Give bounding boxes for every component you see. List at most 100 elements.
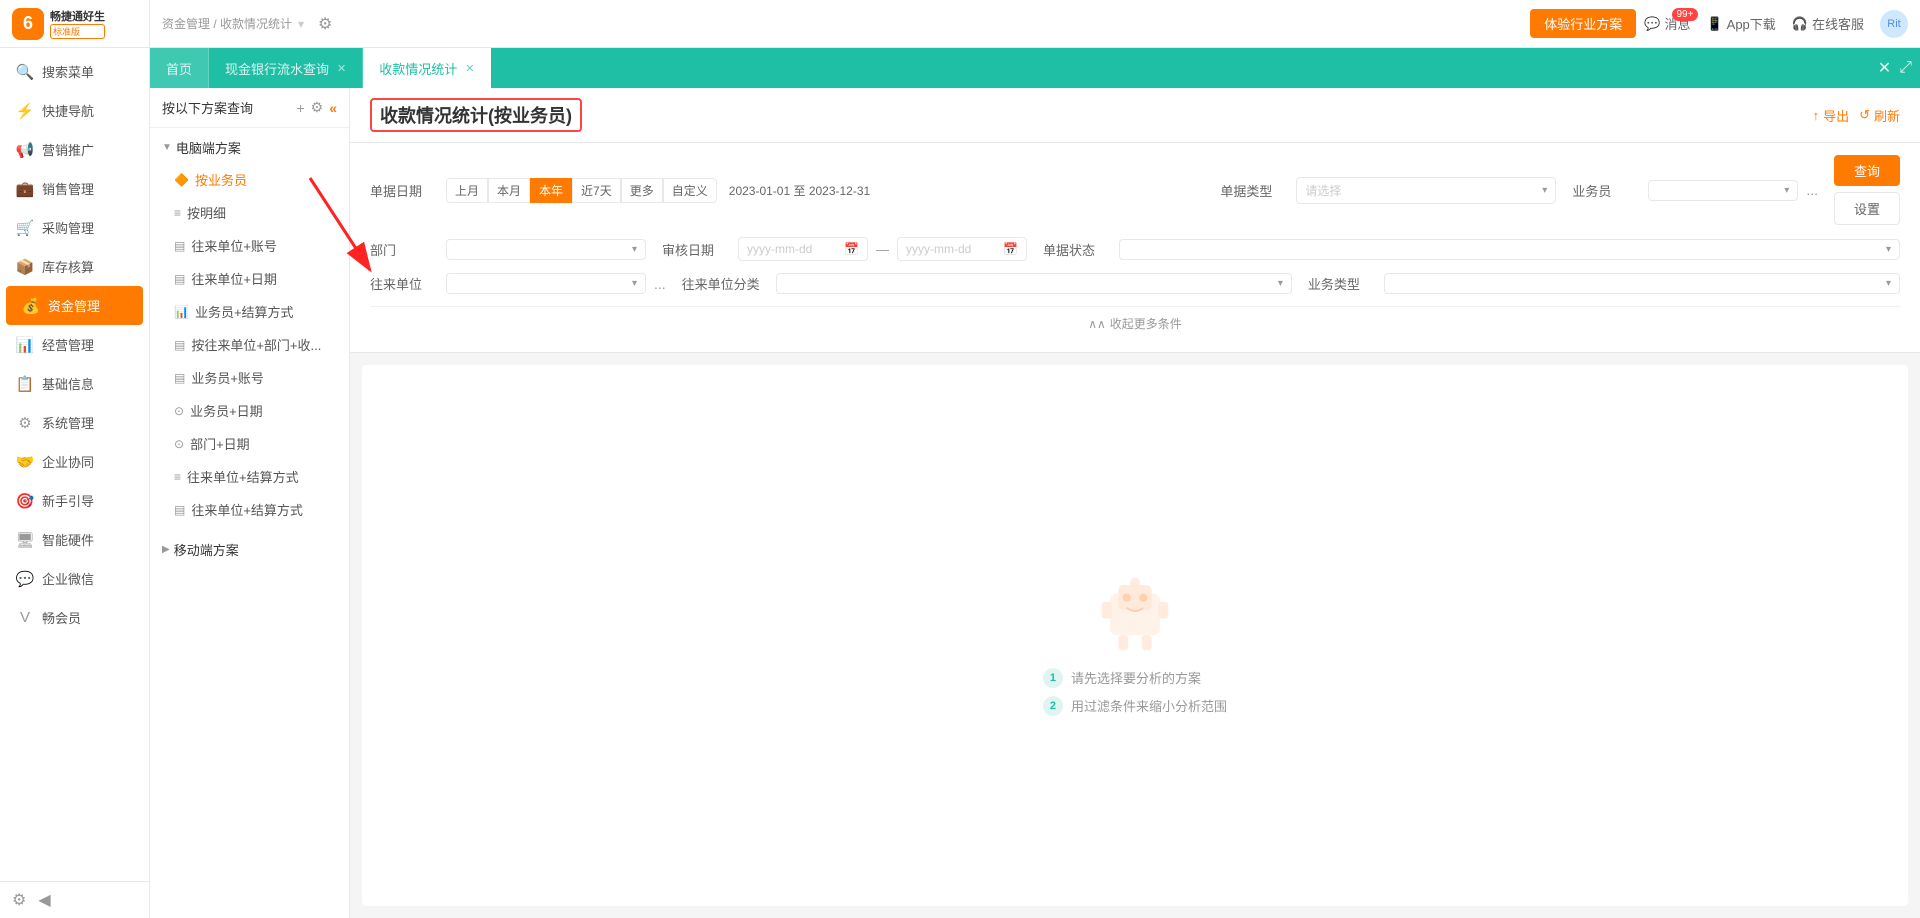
system-icon: ⚙ [16,414,34,432]
scheme-item-salesman-account-icon: ▤ [174,371,185,385]
sidebar-collapse-btn[interactable]: ◀‍ [38,890,50,910]
query-btn[interactable]: 查询 [1834,155,1900,186]
voucher-status-select[interactable]: ▾ [1119,239,1900,260]
scheme-item-unit-settlement2[interactable]: ▤ 往来单位+结算方式 [150,493,349,526]
scheme-item-salesman-account[interactable]: ▤ 业务员+账号 [150,361,349,394]
member-icon: V [16,609,34,627]
settings-btn[interactable]: 设置 [1834,192,1900,225]
sidebar-item-search-menu[interactable]: 🔍 搜索菜单 [0,52,149,91]
scheme-item-salesman-settlement[interactable]: 📊 业务员+结算方式 [150,295,349,328]
topbar: 资金管理 / 收款情况统计 ▾ ⚙ 体验行业方案 💬 消息 99+ 📱 App下… [150,0,1920,48]
empty-tip-2: 2 用过滤条件来缩小分析范围 [1043,696,1227,716]
messages-btn[interactable]: 💬 消息 99+ [1644,14,1690,33]
date-tabs-control: 上月 本月 本年 近7天 更多 自定义 2023-01-01 至 2023-12… [446,178,870,203]
sidebar-item-operations[interactable]: 📊 经营管理 [0,325,149,364]
tab-bank-flow-close[interactable]: ✕ [337,62,346,75]
date-tab-last-month[interactable]: 上月 [446,178,488,203]
scheme-item-salesman-date-icon: ⊙ [174,404,184,418]
sidebar-item-finance[interactable]: 💰 资金管理 [6,286,143,325]
sidebar-item-sales[interactable]: 💼 销售管理 [0,169,149,208]
business-type-select[interactable]: ▾ [1384,273,1900,294]
voucher-status-label: 单据状态 [1043,240,1103,259]
section-arrow-down-icon: ▼ [162,142,172,153]
scheme-item-unit-dept[interactable]: ▤ 按往来单位+部门+收... [150,328,349,361]
scheme-section-mobile-header[interactable]: ▶ 移动端方案 [150,534,349,565]
sidebar-item-purchase[interactable]: 🛒 采购管理 [0,208,149,247]
voucher-type-select[interactable]: 请选择 ▾ [1296,177,1556,204]
voucher-type-arrow-icon: ▾ [1542,185,1547,196]
date-tab-this-year[interactable]: 本年 [530,178,572,203]
scheme-item-by-salesman[interactable]: 🔶 按业务员 [150,163,349,196]
scheme-settings-btn[interactable]: ⚙ [311,99,324,116]
sidebar-item-smart-hw[interactable]: 🖥 智能硬件 [0,520,149,559]
collapse-bar[interactable]: ∧∧ 收起更多条件 [370,306,1900,340]
dept-select[interactable]: ▾ [446,239,646,260]
scheme-item-unit-account-icon: ▤ [174,239,185,253]
counterpart-arrow-icon: ▾ [632,278,637,289]
trial-btn[interactable]: 体验行业方案 [1530,9,1636,38]
user-area[interactable]: Rit [1880,10,1908,38]
sidebar-item-newbie[interactable]: 🎯 新手引导 [0,481,149,520]
sidebar-item-member[interactable]: V 畅会员 [0,598,149,637]
scheme-panel-actions: + ⚙ « [296,99,337,116]
tab-home[interactable]: 首页 [150,48,209,88]
scheme-collapse-btn[interactable]: « [329,100,337,116]
salesman-more-btn[interactable]: ... [1806,182,1818,198]
quick-nav-icon: ⚡ [16,102,34,120]
date-tab-this-month[interactable]: 本月 [488,178,530,203]
tab-collection-stats[interactable]: 收款情况统计 ✕ [363,48,491,88]
counterpart-more-btn[interactable]: ... [654,276,666,292]
salesman-control: ▾ ... [1648,180,1818,201]
counterpart-type-select[interactable]: ▾ [776,273,1292,294]
search-menu-icon: 🔍 [16,63,34,81]
scheme-section-desktop-header[interactable]: ▼ 电脑端方案 [150,132,349,163]
sidebar-item-inventory[interactable]: 📦 库存核算 [0,247,149,286]
sidebar-footer: ⚙ ◀‍ [0,881,149,918]
topbar-gear-icon[interactable]: ⚙ [318,14,332,34]
sidebar-item-basic-info[interactable]: 📋 基础信息 [0,364,149,403]
sidebar-item-enterprise[interactable]: 🤝 企业协同 [0,442,149,481]
tab-bank-flow[interactable]: 现金银行流水查询 ✕ [209,48,363,88]
review-date-start[interactable]: yyyy-mm-dd 📅 [738,237,868,261]
online-service-btn[interactable]: 🎧 在线客服 [1792,14,1864,33]
marketing-icon: 📢 [16,141,34,159]
tabbar: 首页 现金银行流水查询 ✕ 收款情况统计 ✕ ✕ ⤢ [150,48,1920,88]
breadcrumb-expand-icon[interactable]: ▾ [298,17,304,31]
business-type-arrow-icon: ▾ [1886,278,1891,289]
sidebar-item-marketing[interactable]: 📢 营销推广 [0,130,149,169]
btn-group: 查询 设置 [1834,155,1900,225]
app-download-btn[interactable]: 📱 App下载 [1706,14,1775,33]
date-label: 单据日期 [370,181,430,200]
scheme-item-unit-settlement1[interactable]: ≡ 往来单位+结算方式 [150,460,349,493]
scheme-item-unit-account[interactable]: ▤ 往来单位+账号 [150,229,349,262]
tab-close-all-icon[interactable]: ✕ [1878,58,1891,78]
sidebar-item-wechat[interactable]: 💬 企业微信 [0,559,149,598]
date-tab-custom[interactable]: 自定义 [663,178,717,203]
sidebar-settings-btn[interactable]: ⚙ [12,890,26,910]
refresh-btn[interactable]: ↺ 刷新 [1859,106,1900,125]
sidebar-item-system[interactable]: ⚙ 系统管理 [0,403,149,442]
scheme-item-unit-settlement1-icon: ≡ [174,470,181,484]
scheme-item-unit-date[interactable]: ▤ 往来单位+日期 [150,262,349,295]
enterprise-icon: 🤝 [16,453,34,471]
date-tab-7days[interactable]: 近7天 [572,178,621,203]
scheme-add-btn[interactable]: + [296,100,304,116]
date-tab-more[interactable]: 更多 [621,178,663,203]
collapse-up-icon: ∧∧ [1088,317,1106,331]
date-tabs: 上月 本月 本年 近7天 更多 自定义 [446,178,717,203]
export-btn[interactable]: ↑ 导出 [1813,106,1850,125]
scheme-panel: 按以下方案查询 + ⚙ « ▼ 电脑端方案 🔶 按业务员 [150,88,350,918]
scheme-item-dept-date[interactable]: ⊙ 部门+日期 [150,427,349,460]
scheme-item-salesman-date[interactable]: ⊙ 业务员+日期 [150,394,349,427]
tab-collection-stats-close[interactable]: ✕ [465,62,474,75]
content-area: 按以下方案查询 + ⚙ « ▼ 电脑端方案 🔶 按业务员 [150,88,1920,918]
scheme-item-unit-dept-icon: ▤ [174,338,185,352]
scheme-item-by-detail[interactable]: ≡ 按明细 [150,196,349,229]
review-date-end[interactable]: yyyy-mm-dd 📅 [897,237,1027,261]
counterpart-select[interactable]: ▾ [446,273,646,294]
salesman-select[interactable]: ▾ [1648,180,1798,201]
tab-expand-icon[interactable]: ⤢ [1899,59,1912,77]
empty-tip-1: 1 请先选择要分析的方案 [1043,668,1227,688]
sidebar-item-quick-nav[interactable]: ⚡ 快捷导航 [0,91,149,130]
logo-icon: 6 [12,8,44,40]
